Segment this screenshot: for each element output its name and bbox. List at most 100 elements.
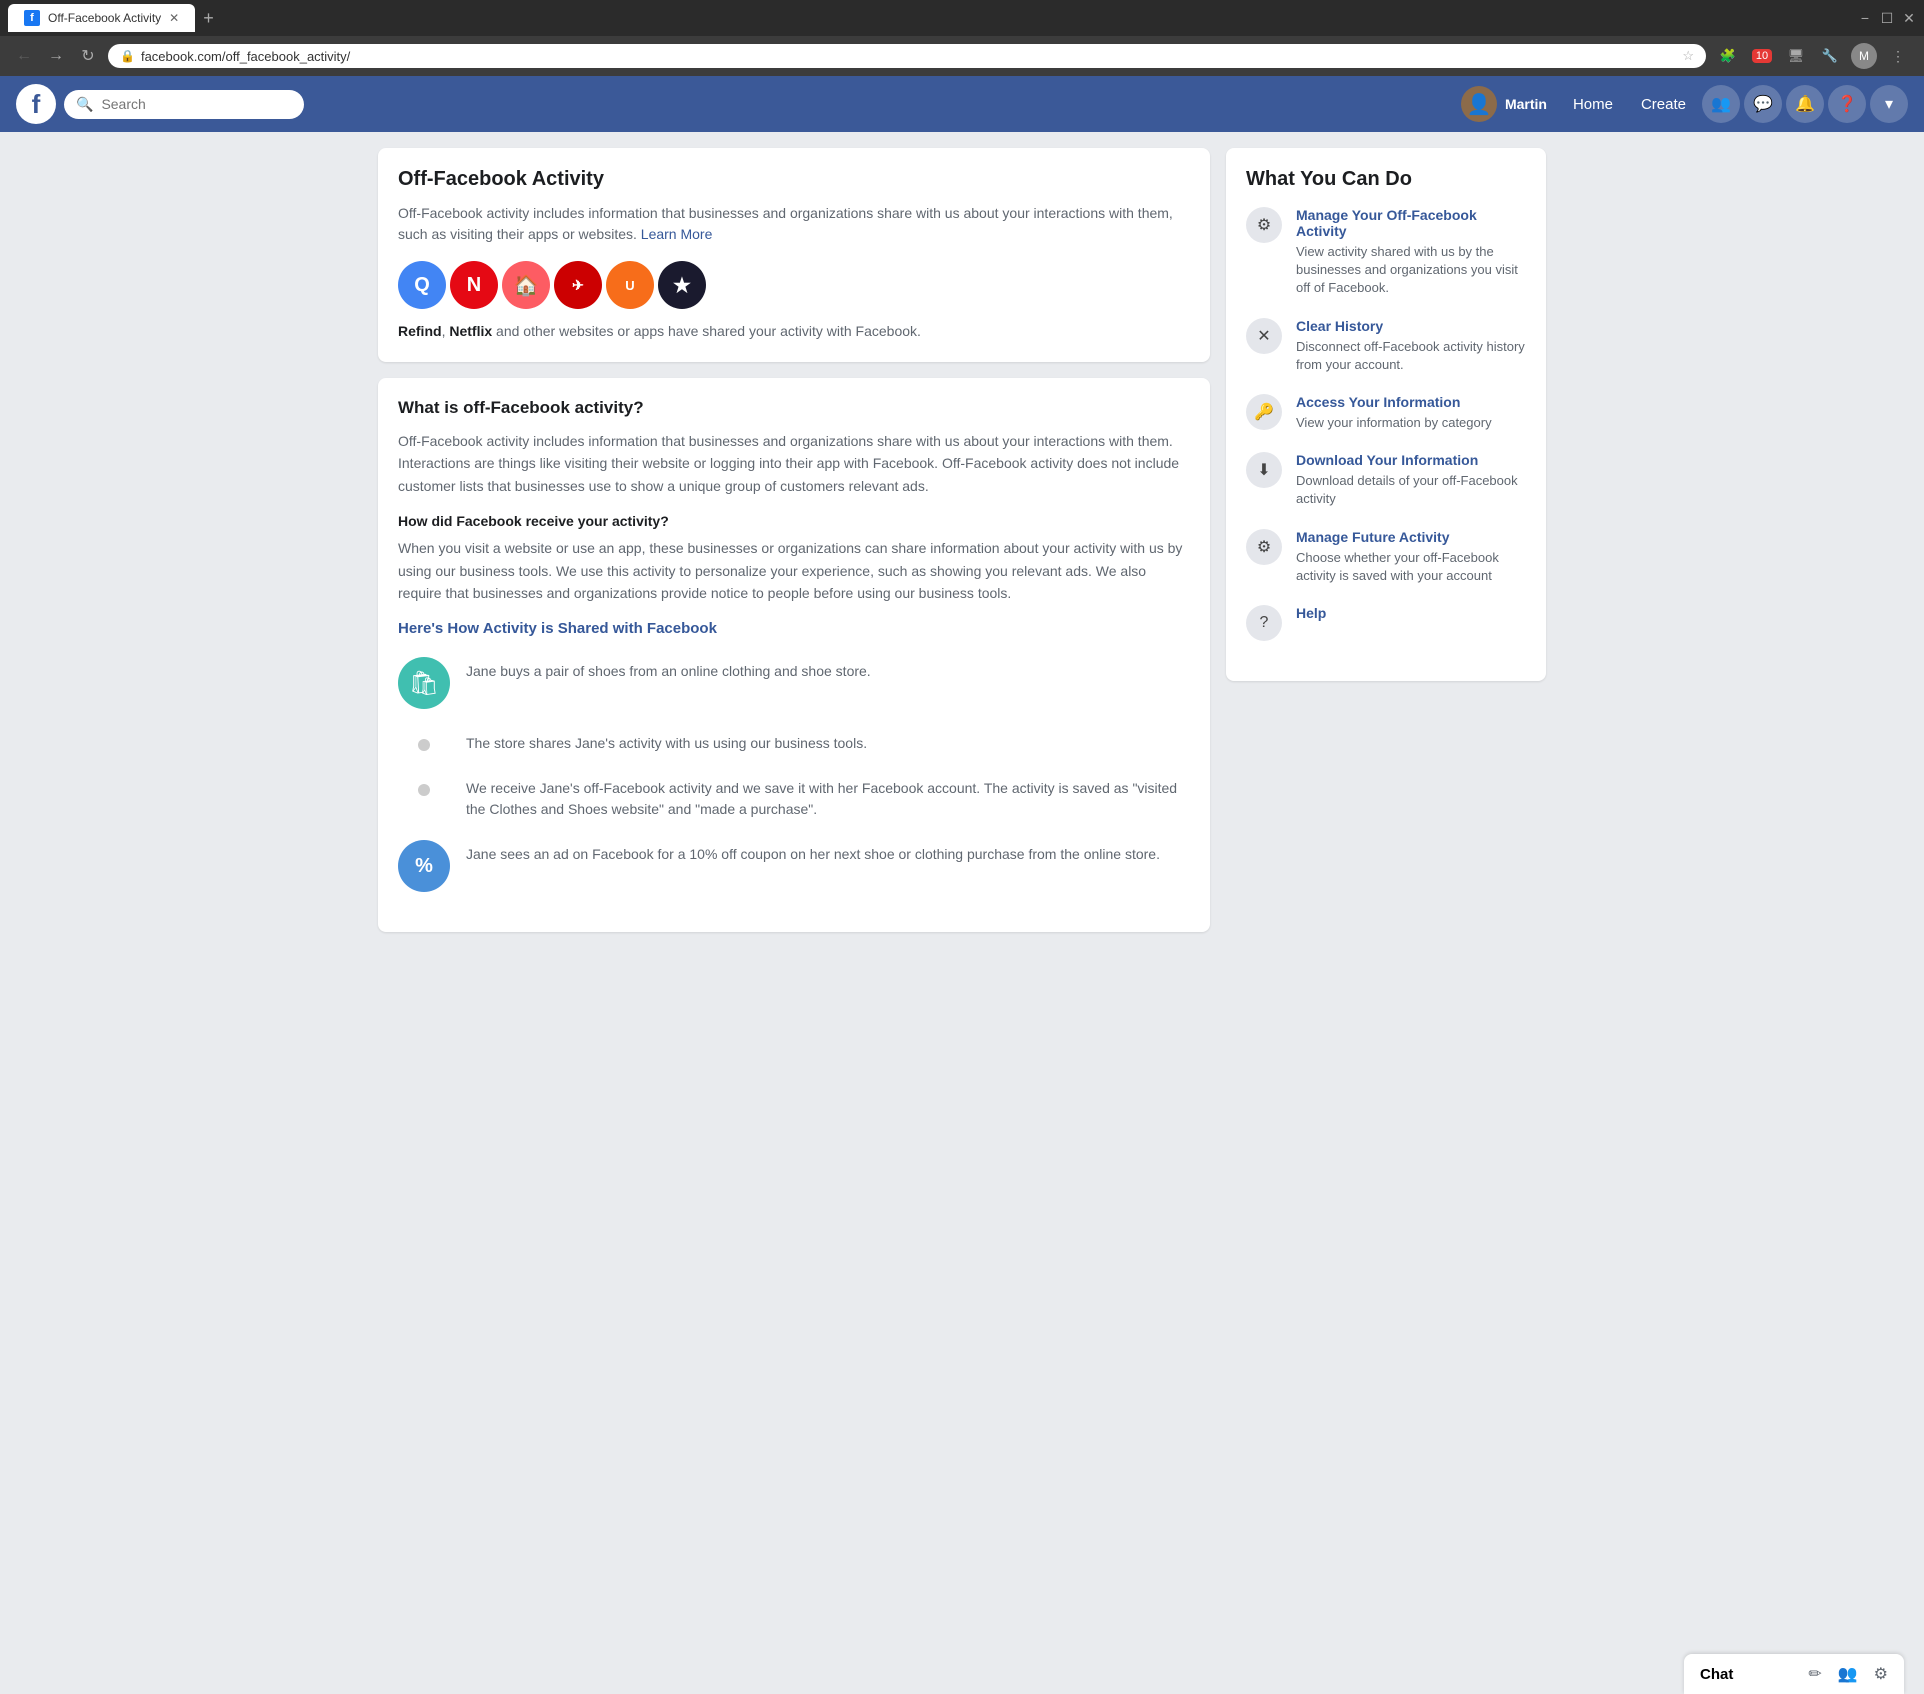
active-tab[interactable]: f Off-Facebook Activity ✕: [8, 4, 195, 32]
step3-text: We receive Jane's off-Facebook activity …: [466, 774, 1190, 820]
minimize-button[interactable]: −: [1858, 11, 1872, 25]
notifications-icon-btn[interactable]: 🔔: [1786, 85, 1824, 123]
profile-avatar[interactable]: M: [1850, 42, 1878, 70]
download-link[interactable]: Download Your Information: [1296, 452, 1526, 468]
sidebar-column: What You Can Do ⚙ Manage Your Off-Facebo…: [1226, 148, 1546, 932]
new-tab-button[interactable]: +: [195, 4, 222, 33]
user-avatar: 👤: [1461, 86, 1497, 122]
tab-close-button[interactable]: ✕: [169, 11, 179, 25]
navbar-right: 👤 Martin Home Create 👥 💬 🔔 ❓ ▾: [1451, 80, 1908, 128]
messenger-icon-btn[interactable]: 💬: [1744, 85, 1782, 123]
close-button[interactable]: ✕: [1902, 11, 1916, 25]
activity-section-title: Here's How Activity is Shared with Faceb…: [398, 620, 1190, 637]
action-download: ⬇ Download Your Information Download det…: [1246, 452, 1526, 508]
sidebar-title: What You Can Do: [1246, 168, 1526, 191]
future-desc: Choose whether your off-Facebook activit…: [1296, 549, 1526, 585]
action-future: ⚙ Manage Future Activity Choose whether …: [1246, 529, 1526, 585]
activity-steps: 🛍 Jane buys a pair of shoes from an onli…: [398, 657, 1190, 912]
url-display: facebook.com/off_facebook_activity/: [141, 49, 1676, 64]
access-icon-circle: 🔑: [1246, 394, 1282, 430]
manage-link[interactable]: Manage Your Off-Facebook Activity: [1296, 207, 1526, 239]
chat-compose-button[interactable]: ✏: [1808, 1664, 1821, 1684]
clear-link[interactable]: Clear History: [1296, 318, 1526, 334]
future-link[interactable]: Manage Future Activity: [1296, 529, 1526, 545]
what-is-card: What is off-Facebook activity? Off-Faceb…: [378, 378, 1210, 932]
sidebar-card: What You Can Do ⚙ Manage Your Off-Facebo…: [1226, 148, 1546, 681]
search-input[interactable]: [101, 96, 281, 112]
restore-button[interactable]: ☐: [1880, 11, 1894, 25]
address-bar: ← → ↻ 🔒 facebook.com/off_facebook_activi…: [0, 36, 1924, 76]
app-icon-5: U: [606, 261, 654, 309]
how-heading: How did Facebook receive your activity?: [398, 513, 1190, 529]
menu-icon[interactable]: ⋮: [1884, 42, 1912, 70]
screen-cast-icon[interactable]: 🖥: [1782, 42, 1810, 70]
bookmark-icon[interactable]: ☆: [1682, 48, 1694, 64]
help-content: Help: [1296, 605, 1526, 625]
notification-badge-icon[interactable]: 10: [1748, 42, 1776, 70]
app-icon-netflix: N: [450, 261, 498, 309]
download-content: Download Your Information Download detai…: [1296, 452, 1526, 508]
clear-icon-circle: ✕: [1246, 318, 1282, 354]
home-link[interactable]: Home: [1561, 90, 1625, 119]
nav-user-profile[interactable]: 👤 Martin: [1451, 80, 1557, 128]
help-icon-btn[interactable]: ❓: [1828, 85, 1866, 123]
what-is-paragraph1: Off-Facebook activity includes informati…: [398, 430, 1190, 497]
help-icon-circle: ?: [1246, 605, 1282, 641]
back-button[interactable]: ←: [12, 44, 36, 68]
addressbar-actions: 🧩 10 🖥 🔧 M ⋮: [1714, 42, 1912, 70]
clear-icon: ✕: [1257, 326, 1270, 346]
help-link[interactable]: Help: [1296, 605, 1526, 621]
create-link[interactable]: Create: [1629, 90, 1698, 119]
forward-button[interactable]: →: [44, 44, 68, 68]
app-icon-refind: Q: [398, 261, 446, 309]
tab-favicon: f: [24, 10, 40, 26]
how-paragraph: When you visit a website or use an app, …: [398, 537, 1190, 604]
chat-settings-button[interactable]: ⚙: [1874, 1664, 1888, 1684]
address-box[interactable]: 🔒 facebook.com/off_facebook_activity/ ☆: [108, 44, 1706, 68]
extension2-icon[interactable]: 🔧: [1816, 42, 1844, 70]
facebook-navbar: f 🔍 👤 Martin Home Create 👥 💬 🔔 ❓ ▾: [0, 76, 1924, 132]
step2-bullet-container: [398, 729, 450, 751]
step3-bullet-container: [398, 774, 450, 796]
chat-bar: Chat ✏ 👥 ⚙: [1684, 1654, 1904, 1694]
chevron-down-btn[interactable]: ▾: [1870, 85, 1908, 123]
off-facebook-description: Off-Facebook activity includes informati…: [398, 203, 1190, 245]
security-icon: 🔒: [120, 49, 135, 63]
window-controls: − ☐ ✕: [1858, 11, 1916, 25]
app-icon-6: ★: [658, 261, 706, 309]
friends-icon-btn[interactable]: 👥: [1702, 85, 1740, 123]
action-clear: ✕ Clear History Disconnect off-Facebook …: [1246, 318, 1526, 374]
future-icon-circle: ⚙: [1246, 529, 1282, 565]
download-desc: Download details of your off-Facebook ac…: [1296, 472, 1526, 508]
step-2: The store shares Jane's activity with us…: [398, 729, 1190, 754]
shared-bold1: Refind: [398, 323, 442, 339]
step-1: 🛍 Jane buys a pair of shoes from an onli…: [398, 657, 1190, 709]
chat-friends-button[interactable]: 👥: [1838, 1664, 1858, 1684]
app-icons-row: Q N 🏠 ✈ U ★: [398, 261, 1190, 309]
step-3: We receive Jane's off-Facebook activity …: [398, 774, 1190, 820]
extensions-icon[interactable]: 🧩: [1714, 42, 1742, 70]
page-content: Off-Facebook Activity Off-Facebook activ…: [362, 132, 1562, 948]
refresh-button[interactable]: ↻: [76, 44, 100, 68]
manage-icon-circle: ⚙: [1246, 207, 1282, 243]
browser-titlebar: f Off-Facebook Activity ✕ + − ☐ ✕: [0, 0, 1924, 36]
user-avatar-small: M: [1851, 43, 1877, 69]
help-icon: ?: [1260, 614, 1269, 632]
access-content: Access Your Information View your inform…: [1296, 394, 1526, 432]
access-link[interactable]: Access Your Information: [1296, 394, 1526, 410]
step4-icon: %: [398, 840, 450, 892]
app-icon-4: ✈: [554, 261, 602, 309]
download-icon-circle: ⬇: [1246, 452, 1282, 488]
facebook-logo: f: [16, 84, 56, 124]
action-help: ? Help: [1246, 605, 1526, 641]
shared-text: Refind, Netflix and other websites or ap…: [398, 321, 1190, 342]
tab-title: Off-Facebook Activity: [48, 11, 161, 25]
step1-text: Jane buys a pair of shoes from an online…: [466, 657, 1190, 682]
access-desc: View your information by category: [1296, 414, 1526, 432]
search-box[interactable]: 🔍: [64, 90, 304, 119]
learn-more-link[interactable]: Learn More: [641, 226, 713, 242]
browser-tabs: f Off-Facebook Activity ✕ +: [8, 4, 1858, 33]
future-icon: ⚙: [1257, 537, 1271, 557]
manage-icon: ⚙: [1257, 215, 1271, 235]
what-is-heading: What is off-Facebook activity?: [398, 398, 1190, 418]
